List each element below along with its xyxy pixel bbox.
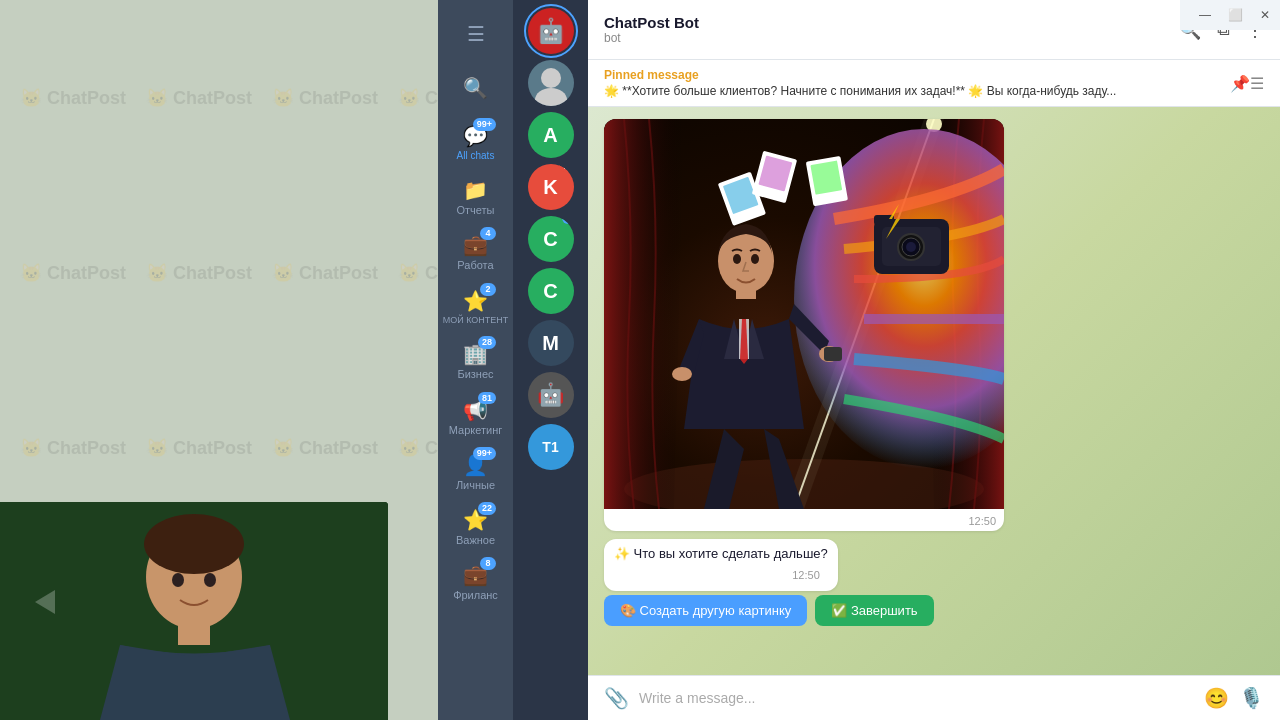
important-icon: ⭐ 22: [463, 508, 488, 532]
freelance-icon: 💼 8: [463, 563, 488, 587]
work-icon: 💼 4: [463, 233, 488, 257]
chat-area: ChatPost Bot bot 🔍 ⧉ ⋮ Pinned message 🌟 …: [588, 0, 1280, 720]
sidebar-item-freelance[interactable]: 💼 8 Фриланс: [438, 555, 513, 610]
message-text-bubble: ✨ Что вы хотите сделать дальше? 12:50: [604, 539, 838, 591]
personal-badge: 99+: [473, 447, 496, 460]
sidebar-item-business[interactable]: 🏢 28 Бизнес: [438, 334, 513, 389]
chat-avatar-user-k[interactable]: K 15: [528, 164, 574, 210]
image-message: 12:50 ↩️: [604, 119, 1004, 531]
work-badge: 4: [480, 227, 496, 240]
my-content-badge: 2: [480, 283, 496, 296]
sidebar-item-marketing[interactable]: 📢 81 Маркетинг: [438, 390, 513, 445]
messages-area[interactable]: 12:50 ↩️ ✨ Что вы хотите сделать дальше?…: [588, 107, 1280, 675]
maximize-button[interactable]: ⬜: [1220, 0, 1250, 30]
search-icon: 🔍: [463, 76, 488, 100]
reports-label: Отчеты: [456, 204, 494, 217]
message-image-scene: [604, 119, 1004, 509]
mic-icon[interactable]: 🎙️: [1239, 686, 1264, 710]
hamburger-icon: ☰: [467, 22, 485, 46]
video-overlay: [0, 502, 388, 720]
emoji-icon[interactable]: 😊: [1204, 686, 1229, 710]
freelance-badge: 8: [480, 557, 496, 570]
sidebar-item-important[interactable]: ⭐ 22 Важное: [438, 500, 513, 555]
chat-title: ChatPost Bot: [604, 14, 699, 31]
chat-avatar-user-a[interactable]: A: [528, 112, 574, 158]
create-another-button[interactable]: 🎨 Создать другую картинку: [604, 595, 807, 626]
business-label: Бизнес: [457, 368, 493, 381]
pinned-text: 🌟 **Хотите больше клиентов? Начните с по…: [604, 84, 1154, 98]
app-container: — ⬜ ✕ ☰ 🔍 💬 99+ All chats 📁 Отчеты: [438, 0, 1280, 720]
user-c1-badge: 5: [562, 216, 574, 224]
marketing-label: Маркетинг: [449, 424, 502, 437]
svg-point-33: [751, 254, 759, 264]
chat-header: ChatPost Bot bot 🔍 ⧉ ⋮: [588, 0, 1280, 60]
svg-point-8: [541, 68, 561, 88]
all-chats-badge: 99+: [473, 118, 496, 131]
chat-avatar-user-c1[interactable]: C 5: [528, 216, 574, 262]
window-controls: — ⬜ ✕: [1180, 0, 1280, 30]
chat-list-panel: 🤖 A K 15 C 5 C M 🤖: [513, 0, 588, 720]
user-k-badge: 15: [559, 164, 573, 172]
pinned-bar: Pinned message 🌟 **Хотите больше клиенто…: [588, 60, 1280, 107]
message-text-wrapper: ✨ Что вы хотите сделать дальше? 12:50 🎨 …: [604, 539, 1264, 626]
sidebar-item-reports[interactable]: 📁 Отчеты: [438, 170, 513, 225]
minimize-button[interactable]: —: [1190, 0, 1220, 30]
all-chats-icon: 💬 99+: [463, 124, 488, 148]
chat-avatar-user-1[interactable]: [528, 60, 574, 106]
chat-avatar-user-m[interactable]: M: [528, 320, 574, 366]
chat-avatar-chatpost-bot[interactable]: 🤖: [528, 8, 574, 54]
svg-point-5: [172, 573, 184, 587]
svg-point-6: [204, 573, 216, 587]
action-buttons: 🎨 Создать другую картинку ✅ Завершить: [604, 595, 934, 626]
sidebar-item-personal[interactable]: 👤 99+ Личные: [438, 445, 513, 500]
message-input[interactable]: [639, 690, 1194, 706]
attach-icon[interactable]: 📎: [604, 686, 629, 710]
svg-rect-27: [810, 160, 842, 194]
pinned-icon[interactable]: 📌☰: [1230, 74, 1264, 93]
input-area: 📎 😊 🎙️: [588, 675, 1280, 720]
business-badge: 28: [478, 336, 496, 349]
marketing-icon: 📢 81: [463, 398, 488, 422]
my-content-label: МОЙ КОНТЕНТ: [443, 315, 509, 326]
personal-icon: 👤 99+: [463, 453, 488, 477]
sidebar-item-work[interactable]: 💼 4 Работа: [438, 225, 513, 280]
message-image-wrapper: 12:50 ↩️: [604, 119, 1264, 531]
svg-point-34: [672, 367, 692, 381]
svg-rect-36: [824, 347, 842, 361]
svg-point-4: [144, 514, 244, 574]
sidebar-icons: ☰ 🔍 💬 99+ All chats 📁 Отчеты 💼 4 Работа: [438, 0, 513, 720]
pinned-label: Pinned message: [604, 68, 1220, 82]
all-chats-label: All chats: [457, 150, 495, 162]
my-content-icon: ⭐ 2: [463, 289, 488, 313]
chat-avatar-robot[interactable]: 🤖: [528, 372, 574, 418]
chat-avatar-user-c2[interactable]: C: [528, 268, 574, 314]
freelance-label: Фриланс: [453, 589, 498, 602]
sidebar-search-button[interactable]: 🔍: [438, 62, 513, 116]
close-button[interactable]: ✕: [1250, 0, 1280, 30]
message-image-time: 12:50: [604, 511, 1004, 531]
work-label: Работа: [457, 259, 493, 272]
business-icon: 🏢 28: [463, 342, 488, 366]
svg-rect-3: [178, 620, 210, 645]
message-text-time: 12:50: [614, 565, 828, 585]
svg-point-19: [906, 242, 916, 252]
finish-button[interactable]: ✅ Завершить: [815, 595, 933, 626]
sidebar-menu-button[interactable]: ☰: [438, 8, 513, 62]
personal-label: Личные: [456, 479, 495, 492]
sidebar-item-my-content[interactable]: ⭐ 2 МОЙ КОНТЕНТ: [438, 280, 513, 334]
svg-point-9: [535, 88, 567, 106]
svg-point-32: [733, 254, 741, 264]
chat-subtitle: bot: [604, 31, 699, 45]
reports-icon: 📁: [463, 178, 488, 202]
message-text: ✨ Что вы хотите сделать дальше?: [614, 545, 828, 563]
important-label: Важное: [456, 534, 495, 547]
sidebar-item-all-chats[interactable]: 💬 99+ All chats: [438, 116, 513, 170]
chat-avatar-t1[interactable]: T1: [528, 424, 574, 470]
marketing-badge: 81: [478, 392, 496, 405]
important-badge: 22: [478, 502, 496, 515]
